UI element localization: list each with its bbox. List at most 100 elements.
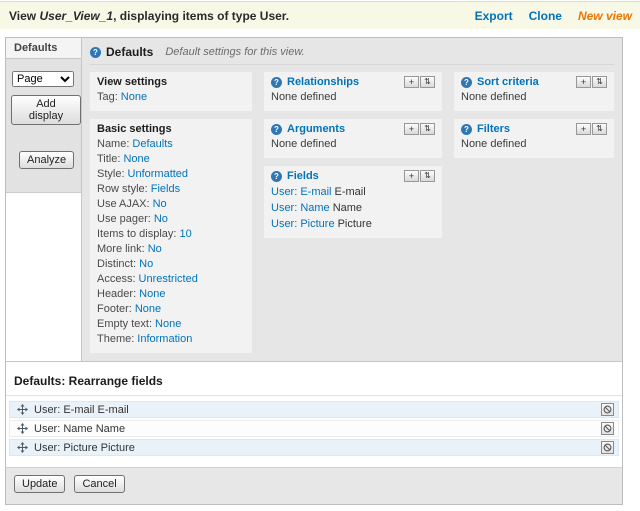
- setting-title: Title: None: [97, 152, 245, 167]
- field-item-picture: User: Picture Picture: [271, 216, 435, 232]
- remove-icon[interactable]: [601, 422, 614, 435]
- rearrange-icon[interactable]: ⇅: [592, 123, 607, 135]
- display-sidebar: Defaults Page Add display Analyze: [6, 38, 82, 361]
- setting-theme: Theme: Information: [97, 332, 245, 347]
- update-button[interactable]: Update: [14, 475, 66, 493]
- rearrange-icon[interactable]: ⇅: [420, 170, 435, 182]
- add-icon[interactable]: +: [576, 123, 591, 135]
- export-link[interactable]: Export: [475, 9, 513, 23]
- relationships-link[interactable]: Relationships: [287, 76, 359, 88]
- table-row[interactable]: User: Name Name: [9, 420, 619, 437]
- rearrange-icon[interactable]: ⇅: [592, 76, 607, 88]
- settings-column-3: ? Sort criteria + ⇅ None defined ? Filte…: [454, 72, 614, 166]
- row-label: User: Name Name: [34, 422, 126, 435]
- remove-icon[interactable]: [601, 441, 614, 454]
- field-item-email: User: E-mail E-mail: [271, 184, 435, 200]
- rearrange-icon[interactable]: ⇅: [420, 123, 435, 135]
- arguments-link[interactable]: Arguments: [287, 123, 345, 135]
- setting-label: Access:: [97, 273, 136, 285]
- setting-value-link[interactable]: None: [121, 91, 147, 103]
- help-icon[interactable]: ?: [461, 123, 472, 135]
- rearrange-rows: User: E-mail E-mail User: Name Name User…: [6, 396, 622, 462]
- help-icon[interactable]: ?: [90, 46, 101, 58]
- analyze-button[interactable]: Analyze: [19, 151, 75, 169]
- arguments-buttons: + ⇅: [404, 123, 435, 135]
- field-item-name: User: Name Name: [271, 200, 435, 216]
- table-row[interactable]: User: E-mail E-mail: [9, 401, 619, 418]
- setting-use-pager: Use pager: No: [97, 212, 245, 227]
- arguments-empty: None defined: [271, 138, 337, 150]
- setting-label: Footer:: [97, 303, 132, 315]
- basic-settings-title: Basic settings: [97, 123, 172, 135]
- sort-criteria-buttons: + ⇅: [576, 76, 607, 88]
- setting-value-link[interactable]: No: [154, 213, 168, 225]
- sort-criteria-link[interactable]: Sort criteria: [477, 76, 539, 88]
- clone-link[interactable]: Clone: [529, 9, 562, 23]
- setting-value-link[interactable]: None: [139, 288, 165, 300]
- setting-value-link[interactable]: None: [155, 318, 181, 330]
- setting-items-to-display: Items to display: 10: [97, 227, 245, 242]
- add-icon[interactable]: +: [404, 76, 419, 88]
- fields-link[interactable]: Fields: [287, 170, 319, 182]
- sort-criteria-empty: None defined: [461, 91, 527, 103]
- drag-handle-icon[interactable]: [10, 423, 34, 434]
- views-edit-container: Defaults Page Add display Analyze ? Defa…: [5, 37, 623, 505]
- setting-value-link[interactable]: No: [148, 243, 162, 255]
- help-icon[interactable]: ?: [271, 123, 282, 135]
- setting-value-link[interactable]: None: [123, 153, 149, 165]
- field-link[interactable]: User: Name: [271, 202, 330, 214]
- setting-use-ajax: Use AJAX: No: [97, 197, 245, 212]
- field-link[interactable]: User: E-mail: [271, 186, 332, 198]
- setting-value-link[interactable]: Unrestricted: [139, 273, 198, 285]
- rearrange-icon[interactable]: ⇅: [420, 76, 435, 88]
- add-icon[interactable]: +: [404, 170, 419, 182]
- fields-header: ? Fields + ⇅: [271, 170, 435, 182]
- remove-icon[interactable]: [601, 403, 614, 416]
- setting-value-link[interactable]: Fields: [151, 183, 180, 195]
- setting-value-link[interactable]: Defaults: [132, 138, 172, 150]
- cancel-button[interactable]: Cancel: [74, 475, 125, 493]
- setting-label: Tag:: [97, 91, 118, 103]
- new-view-link[interactable]: New view: [578, 9, 632, 23]
- help-icon[interactable]: ?: [461, 76, 472, 88]
- filters-empty: None defined: [461, 138, 527, 150]
- help-icon[interactable]: ?: [271, 170, 282, 182]
- setting-distinct: Distinct: No: [97, 257, 245, 272]
- row-label: User: E-mail E-mail: [34, 403, 129, 416]
- setting-label: Style:: [97, 168, 125, 180]
- setting-value-link[interactable]: 10: [179, 228, 191, 240]
- field-link[interactable]: User: Picture: [271, 218, 335, 230]
- drag-handle-icon[interactable]: [10, 404, 34, 415]
- view-title: View User_View_1, displaying items of ty…: [9, 9, 289, 23]
- setting-value-link[interactable]: No: [153, 198, 167, 210]
- relationships-box: ? Relationships + ⇅ None defined: [264, 72, 442, 111]
- display-type-select[interactable]: Page: [12, 71, 74, 87]
- settings-column-2: ? Relationships + ⇅ None defined ? Argum…: [264, 72, 442, 246]
- setting-value-link[interactable]: Unformatted: [128, 168, 189, 180]
- row-label: User: Picture Picture: [34, 441, 135, 454]
- view-settings-box: View settings Tag: None: [90, 72, 252, 111]
- filters-header: ? Filters + ⇅: [461, 123, 607, 135]
- add-display-button[interactable]: Add display: [11, 95, 81, 125]
- setting-more-link: More link: No: [97, 242, 245, 257]
- setting-value-link[interactable]: No: [139, 258, 153, 270]
- add-icon[interactable]: +: [404, 123, 419, 135]
- drag-handle-icon[interactable]: [10, 442, 34, 453]
- add-icon[interactable]: +: [576, 76, 591, 88]
- settings-column-1: View settings Tag: None Basic settings Na…: [90, 72, 252, 361]
- setting-value-link[interactable]: Information: [137, 333, 192, 345]
- setting-empty-text: Empty text: None: [97, 317, 245, 332]
- setting-name: Name: Defaults: [97, 137, 245, 152]
- arguments-header: ? Arguments + ⇅: [271, 123, 435, 135]
- field-label: Name: [332, 202, 363, 214]
- tab-defaults[interactable]: Defaults: [6, 38, 81, 59]
- view-settings-title: View settings: [97, 76, 168, 88]
- setting-value-link[interactable]: None: [135, 303, 161, 315]
- help-icon[interactable]: ?: [271, 76, 282, 88]
- filters-link[interactable]: Filters: [477, 123, 510, 135]
- setting-label: More link:: [97, 243, 145, 255]
- table-row[interactable]: User: Picture Picture: [9, 439, 619, 456]
- relationships-buttons: + ⇅: [404, 76, 435, 88]
- relationships-header: ? Relationships + ⇅: [271, 76, 435, 88]
- view-title-prefix: View: [9, 8, 37, 23]
